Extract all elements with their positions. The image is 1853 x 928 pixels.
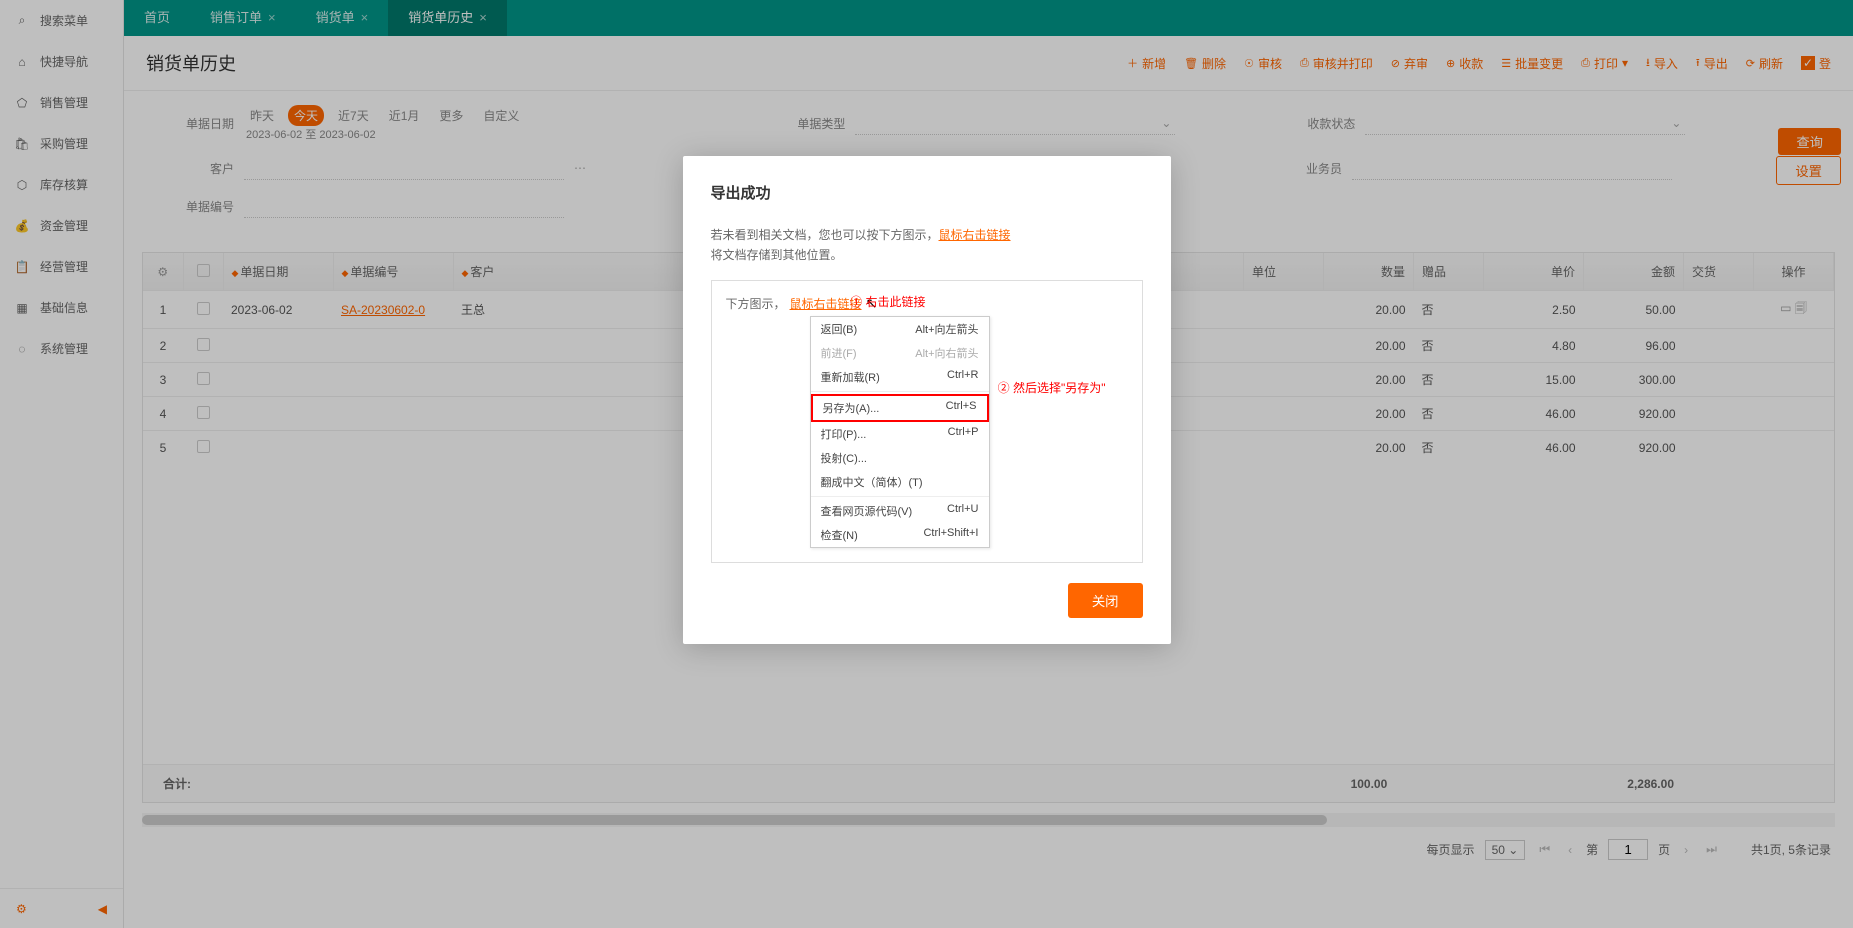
instruction-diagram: 下方图示，鼠标右击链接 ↖ ① 右击此链接 返回(B)Alt+向左箭头前进(F)… [711,280,1143,563]
ctx-item-2: 重新加载(R)Ctrl+R [811,365,989,389]
ctx-item-5: 投射(C)... [811,446,989,470]
ctx-item-6: 翻成中文（简体）(T) [811,470,989,494]
context-menu: 返回(B)Alt+向左箭头前进(F)Alt+向右箭头重新加载(R)Ctrl+R 另… [810,316,990,548]
note-2: ② 然后选择"另存为" [998,379,1106,396]
close-button[interactable]: 关闭 [1068,583,1143,618]
ctx-item-3: 另存为(A)...Ctrl+S [811,394,989,422]
modal-title: 导出成功 [711,182,1143,203]
ctx-item-0: 返回(B)Alt+向左箭头 [811,317,989,341]
ctx-item-4: 打印(P)...Ctrl+P [811,422,989,446]
note-1: ① 右击此链接 [850,293,925,310]
ctx-item-1: 前进(F)Alt+向右箭头 [811,341,989,365]
ctx-item-7: 查看网页源代码(V)Ctrl+U [811,499,989,523]
ctx-item-8: 检查(N)Ctrl+Shift+I [811,523,989,547]
right-click-link[interactable]: 鼠标右击链接 [939,228,1011,242]
modal-text: 若未看到相关文档，您也可以按下方图示，鼠标右击链接 将文档存储到其他位置。 [711,225,1143,266]
export-success-modal: 导出成功 若未看到相关文档，您也可以按下方图示，鼠标右击链接 将文档存储到其他位… [683,156,1171,644]
